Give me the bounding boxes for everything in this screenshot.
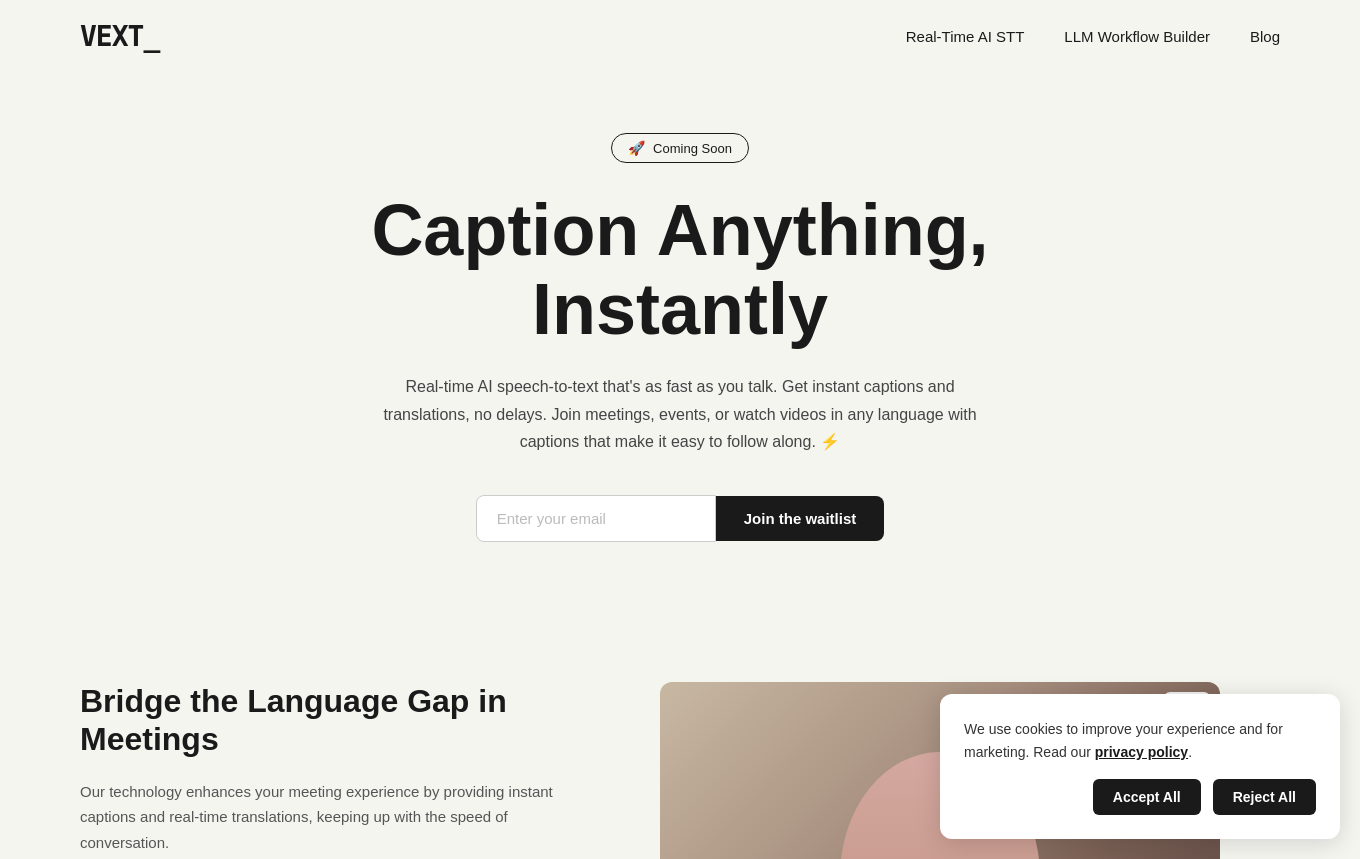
section-paragraph-1: Our technology enhances your meeting exp… [80, 779, 600, 856]
badge-label: Coming Soon [653, 141, 732, 156]
section-title: Bridge the Language Gap in Meetings [80, 682, 600, 759]
navbar: VEXT_ Real-Time AI STT LLM Workflow Buil… [0, 0, 1360, 73]
cookie-text-suffix: . [1188, 744, 1192, 760]
cookie-buttons: Accept All Reject All [964, 779, 1316, 815]
badge-icon: 🚀 [628, 140, 645, 156]
nav-link-blog[interactable]: Blog [1250, 28, 1280, 45]
hero-section: 🚀 Coming Soon Caption Anything, Instantl… [0, 73, 1360, 622]
privacy-policy-link[interactable]: privacy policy [1095, 744, 1188, 760]
nav-link-llm[interactable]: LLM Workflow Builder [1064, 28, 1210, 45]
nav-link-ai-stt[interactable]: Real-Time AI STT [906, 28, 1025, 45]
hero-description: Real-time AI speech-to-text that's as fa… [380, 373, 980, 455]
nav-links: Real-Time AI STT LLM Workflow Builder Bl… [906, 28, 1280, 46]
reject-all-button[interactable]: Reject All [1213, 779, 1316, 815]
join-waitlist-button[interactable]: Join the waitlist [716, 496, 885, 541]
text-column: Bridge the Language Gap in Meetings Our … [80, 682, 600, 859]
cookie-text: We use cookies to improve your experienc… [964, 718, 1316, 763]
cookie-banner: We use cookies to improve your experienc… [940, 694, 1340, 839]
email-form: Join the waitlist [476, 495, 885, 542]
logo[interactable]: VEXT_ [80, 20, 159, 53]
accept-all-button[interactable]: Accept All [1093, 779, 1201, 815]
coming-soon-badge: 🚀 Coming Soon [611, 133, 749, 163]
email-input[interactable] [476, 495, 716, 542]
hero-title: Caption Anything, Instantly [230, 191, 1130, 349]
